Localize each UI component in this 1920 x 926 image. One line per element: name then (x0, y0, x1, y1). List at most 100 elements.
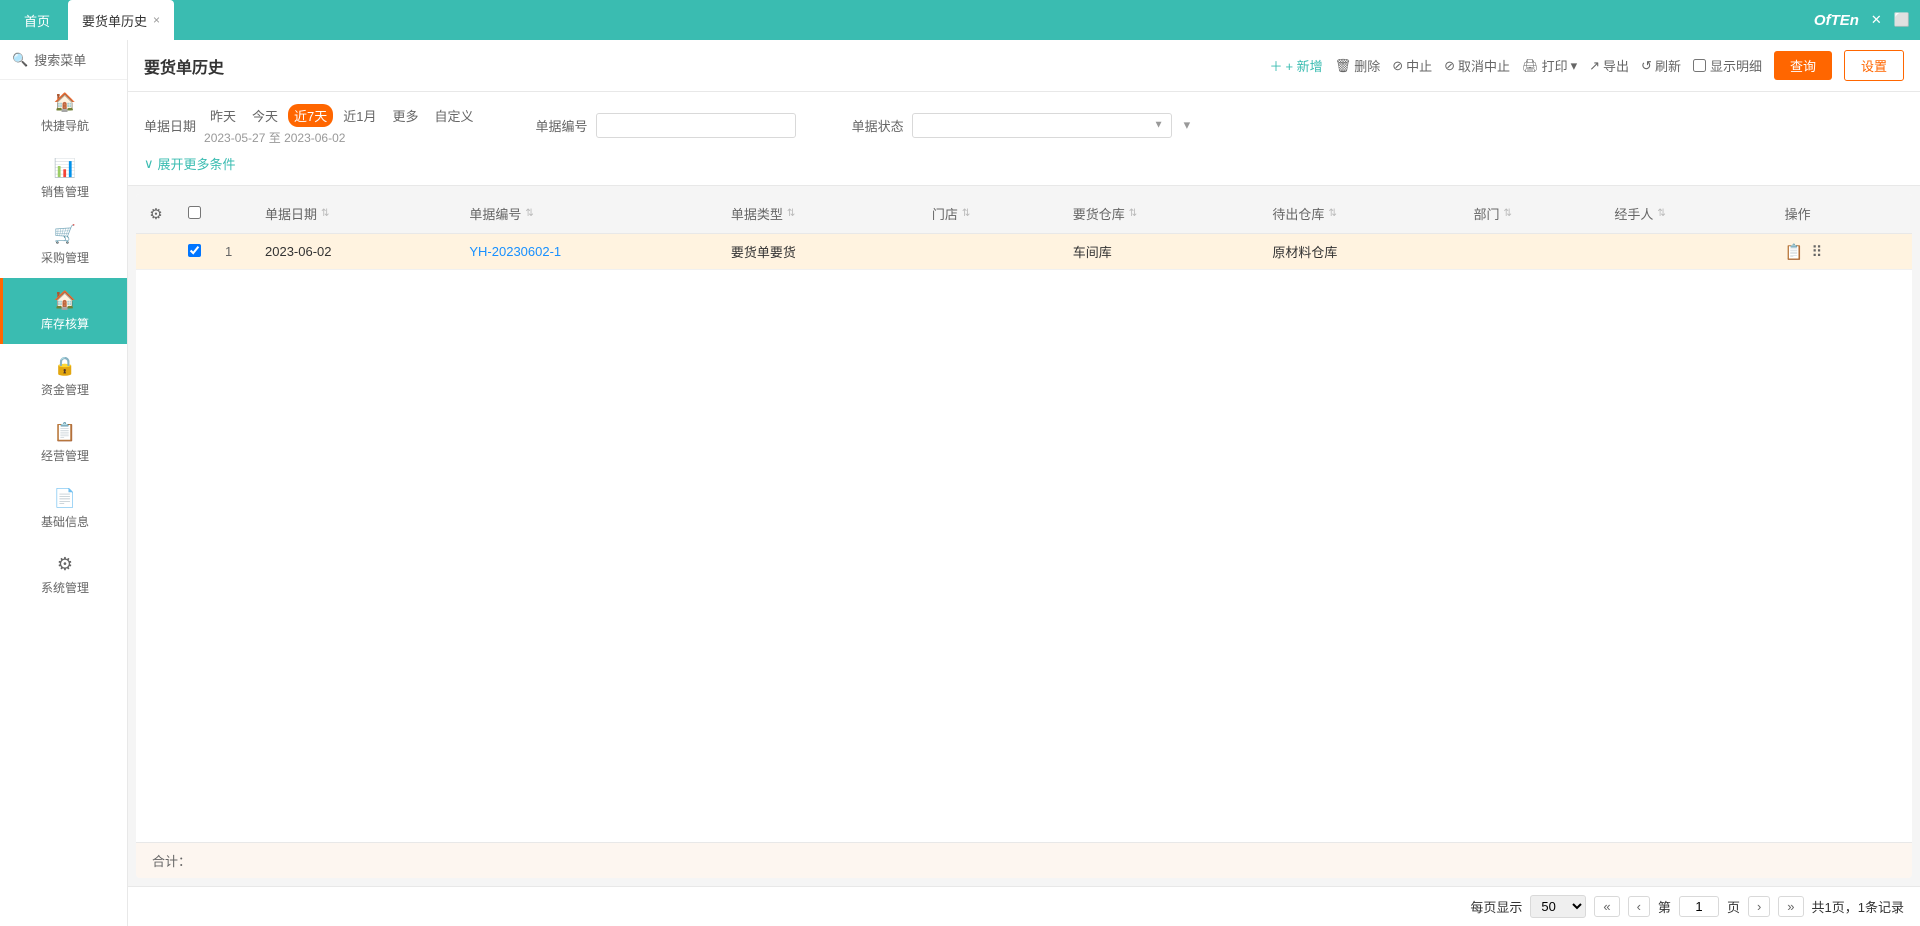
th-store-sort[interactable]: 门店 ⇅ (932, 204, 1049, 223)
row-more-btn[interactable]: ⠿ (1811, 243, 1822, 261)
sidebar-item-inventory[interactable]: 🏠 库存核算 (0, 278, 127, 344)
sort-icon-7: ⇅ (1503, 208, 1511, 219)
sidebar-item-sales[interactable]: 📊 销售管理 (0, 146, 127, 212)
th-num (213, 194, 253, 234)
td-pending-warehouse: 原材料仓库 (1260, 234, 1461, 270)
select-all-checkbox[interactable] (188, 206, 201, 219)
page-size-select[interactable]: 50 10 20 100 (1530, 895, 1586, 918)
th-doc-type-sort[interactable]: 单据类型 ⇅ (731, 204, 908, 223)
date-shortcut-last7days[interactable]: 近7天 (288, 104, 333, 127)
th-doc-date-sort[interactable]: 单据日期 ⇅ (265, 204, 445, 223)
th-department-sort[interactable]: 部门 ⇅ (1473, 204, 1590, 223)
page-title: 要货单历史 (144, 54, 224, 78)
sidebar-item-purchase[interactable]: 🛒 采购管理 (0, 212, 127, 278)
clipboard-icon: 📋 (54, 422, 76, 443)
window-maximize-btn[interactable]: ⬜ (1894, 12, 1910, 28)
next-page-btn[interactable]: › (1748, 896, 1770, 917)
sort-icon-3: ⇅ (787, 208, 795, 219)
refresh-btn[interactable]: ↺ 刷新 (1641, 56, 1681, 75)
table-area: ⚙ 单据日期 ⇅ (136, 194, 1912, 878)
sidebar-search[interactable]: 🔍 搜索菜单 (0, 40, 127, 80)
export-btn[interactable]: ↗ 导出 (1589, 56, 1629, 75)
first-page-btn[interactable]: « (1594, 896, 1619, 917)
table-settings-icon[interactable]: ⚙ (149, 206, 162, 223)
date-shortcut-more[interactable]: 更多 (387, 104, 425, 127)
th-req-warehouse-sort[interactable]: 要货仓库 ⇅ (1073, 204, 1249, 223)
show-detail-checkbox[interactable] (1693, 59, 1706, 72)
th-doc-number: 单据编号 ⇅ (457, 194, 718, 234)
th-store: 门店 ⇅ (920, 194, 1061, 234)
window-close-btn[interactable]: ✕ (1871, 12, 1882, 28)
stop-btn[interactable]: ⊘ 中止 (1392, 56, 1432, 75)
th-doc-number-sort[interactable]: 单据编号 ⇅ (469, 204, 706, 223)
expand-more-btn[interactable]: ∨ 展开更多条件 (144, 154, 1904, 173)
doc-status-filter: 单据状态 ▾ (852, 113, 1191, 138)
chart-icon: 📊 (54, 158, 76, 179)
tab-bar: 首页 要货单历史 × (10, 0, 1814, 40)
refresh-icon: ↺ (1641, 58, 1652, 74)
show-detail-checkbox-label[interactable]: 显示明细 (1693, 56, 1762, 75)
summary-label: 合计： (152, 854, 191, 869)
export-icon: ↗ (1589, 58, 1600, 74)
page-header: 要货单历史 ＋ + 新增 🗑 删除 ⊘ 中止 ⊘ 取消中止 (128, 40, 1920, 92)
sidebar-item-operations[interactable]: 📋 经营管理 (0, 410, 127, 476)
layout: 🔍 搜索菜单 🏠 快捷导航 📊 销售管理 🛒 采购管理 🏠 库存核算 🔒 资金管… (0, 40, 1920, 926)
cart-icon: 🛒 (54, 224, 76, 245)
doc-status-select[interactable] (912, 113, 1172, 138)
tab-close-icon[interactable]: × (153, 13, 160, 27)
sidebar-item-label: 销售管理 (41, 183, 89, 200)
doc-icon: 📄 (54, 488, 76, 509)
row-operations: 📋 ⠿ (1785, 243, 1900, 261)
pagination: 每页显示 50 10 20 100 « ‹ 第 页 › » 共1页，1条记录 (128, 886, 1920, 926)
new-btn[interactable]: ＋ + 新增 (1269, 56, 1322, 75)
th-req-warehouse: 要货仓库 ⇅ (1061, 194, 1261, 234)
delete-icon: 🗑 (1335, 58, 1352, 74)
th-handler-sort[interactable]: 经手人 ⇅ (1614, 204, 1760, 223)
status-dropdown-icon: ▾ (1184, 117, 1191, 133)
doc-number-link[interactable]: YH-20230602-1 (469, 244, 561, 259)
page-number-input[interactable] (1679, 896, 1719, 917)
main-content: 要货单历史 ＋ + 新增 🗑 删除 ⊘ 中止 ⊘ 取消中止 (128, 40, 1920, 926)
th-checkbox (176, 194, 213, 234)
delete-btn[interactable]: 🗑 删除 (1335, 56, 1381, 75)
cancel-stop-btn[interactable]: ⊘ 取消中止 (1444, 56, 1510, 75)
date-shortcut-today[interactable]: 今天 (246, 104, 284, 127)
last-page-btn[interactable]: » (1778, 896, 1803, 917)
doc-number-input[interactable] (596, 113, 796, 138)
date-filter: 单据日期 昨天 今天 近7天 近1月 更多 自定义 2023-05-27 至 2… (144, 104, 480, 146)
th-doc-type: 单据类型 ⇅ (719, 194, 920, 234)
sidebar-item-quick-nav[interactable]: 🏠 快捷导航 (0, 80, 127, 146)
sidebar-item-finance[interactable]: 🔒 资金管理 (0, 344, 127, 410)
td-store (920, 234, 1061, 270)
plus-icon: ＋ (1269, 56, 1282, 75)
page-label: 第 (1658, 897, 1671, 916)
date-shortcut-custom[interactable]: 自定义 (429, 104, 480, 127)
row-edit-btn[interactable]: 📋 (1785, 243, 1804, 261)
sort-icon-2: ⇅ (525, 208, 533, 219)
top-bar: 首页 要货单历史 × OfTEn ✕ ⬜ (0, 0, 1920, 40)
print-dropdown-icon: ▾ (1571, 58, 1578, 74)
tab-home[interactable]: 首页 (10, 0, 64, 40)
gear-icon: ⚙ (57, 554, 73, 575)
query-btn[interactable]: 查询 (1774, 51, 1832, 80)
expand-icon: ∨ (144, 156, 154, 172)
settings-btn[interactable]: 设置 (1844, 50, 1904, 81)
sidebar-item-system[interactable]: ⚙ 系统管理 (0, 542, 127, 608)
doc-number-label: 单据编号 (536, 116, 588, 135)
td-settings (136, 234, 176, 270)
td-req-warehouse: 车间库 (1061, 234, 1261, 270)
sidebar-item-basic-info[interactable]: 📄 基础信息 (0, 476, 127, 542)
th-pending-warehouse-sort[interactable]: 待出仓库 ⇅ (1272, 204, 1449, 223)
td-department (1461, 234, 1602, 270)
print-btn[interactable]: 🖨 打印 ▾ (1522, 56, 1577, 75)
date-shortcut-yesterday[interactable]: 昨天 (204, 104, 242, 127)
prev-page-btn[interactable]: ‹ (1628, 896, 1650, 917)
cancel-stop-icon: ⊘ (1444, 58, 1455, 74)
th-pending-warehouse: 待出仓库 ⇅ (1260, 194, 1461, 234)
stop-icon: ⊘ (1392, 58, 1403, 74)
search-icon: 🔍 (12, 52, 28, 68)
page-size-label: 每页显示 (1470, 897, 1522, 916)
date-shortcut-last1month[interactable]: 近1月 (337, 104, 382, 127)
row-checkbox[interactable] (188, 244, 201, 257)
tab-requisition-history[interactable]: 要货单历史 × (68, 0, 174, 40)
